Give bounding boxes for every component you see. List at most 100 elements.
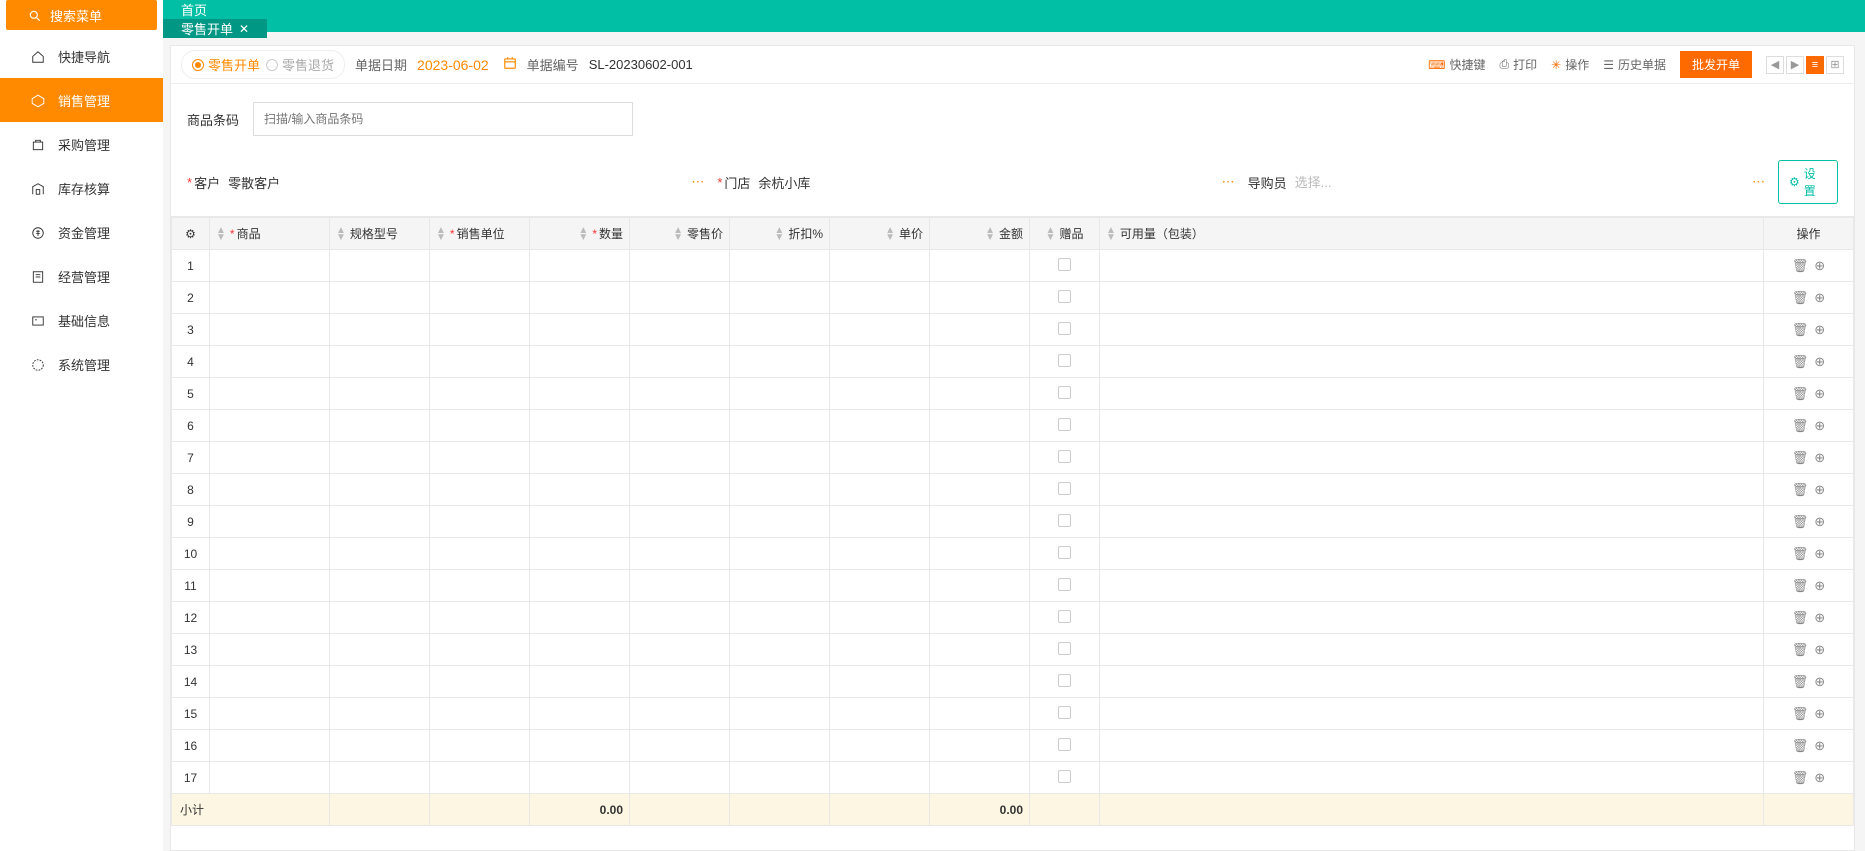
sidebar-item-sale[interactable]: 销售管理 [0,78,163,122]
cell-unit-price[interactable] [830,442,930,474]
table-row[interactable]: 10🗑⊕ [172,538,1854,570]
list-mode-button[interactable]: ≡ [1806,56,1824,74]
add-row-icon[interactable]: ⊕ [1814,610,1825,625]
checkbox-icon[interactable] [1058,354,1071,367]
shortcut-link[interactable]: ⌨ 快捷键 [1428,56,1485,73]
add-row-icon[interactable]: ⊕ [1814,354,1825,369]
cell-unit[interactable] [430,570,530,602]
cell-amount[interactable] [930,570,1030,602]
cell-gift[interactable] [1030,730,1100,762]
cell-unit[interactable] [430,538,530,570]
checkbox-icon[interactable] [1058,706,1071,719]
cell-qty[interactable] [530,442,630,474]
cell-gift[interactable] [1030,346,1100,378]
delete-icon[interactable]: 🗑 [1792,418,1809,433]
delete-icon[interactable]: 🗑 [1792,546,1809,561]
cell-retail-price[interactable] [630,410,730,442]
guide-picker-icon[interactable]: ⋯ [1752,174,1766,190]
delete-icon[interactable]: 🗑 [1792,290,1809,305]
cell-product[interactable] [210,730,330,762]
cell-unit[interactable] [430,730,530,762]
cell-spec[interactable] [330,666,430,698]
cell-discount[interactable] [730,506,830,538]
cell-discount[interactable] [730,538,830,570]
delete-icon[interactable]: 🗑 [1792,642,1809,657]
cell-qty[interactable] [530,570,630,602]
table-row[interactable]: 4🗑⊕ [172,346,1854,378]
cell-discount[interactable] [730,698,830,730]
table-row[interactable]: 17🗑⊕ [172,762,1854,794]
table-row[interactable]: 12🗑⊕ [172,602,1854,634]
cell-product[interactable] [210,506,330,538]
cell-retail-price[interactable] [630,538,730,570]
cell-retail-price[interactable] [630,378,730,410]
prev-button[interactable]: ◀ [1766,56,1784,74]
cell-unit-price[interactable] [830,666,930,698]
cell-qty[interactable] [530,730,630,762]
cell-gift[interactable] [1030,378,1100,410]
cell-discount[interactable] [730,762,830,794]
cell-discount[interactable] [730,346,830,378]
settings-button[interactable]: ⚙ 设置 [1778,160,1838,204]
cell-unit-price[interactable] [830,570,930,602]
cell-amount[interactable] [930,730,1030,762]
cell-amount[interactable] [930,666,1030,698]
cell-amount[interactable] [930,698,1030,730]
cell-retail-price[interactable] [630,506,730,538]
cell-unit-price[interactable] [830,698,930,730]
cell-product[interactable] [210,762,330,794]
cell-qty[interactable] [530,602,630,634]
delete-icon[interactable]: 🗑 [1792,322,1809,337]
cell-discount[interactable] [730,634,830,666]
cell-amount[interactable] [930,378,1030,410]
cell-discount[interactable] [730,602,830,634]
add-row-icon[interactable]: ⊕ [1814,386,1825,401]
date-value[interactable]: 2023-06-02 [417,57,489,73]
delete-icon[interactable]: 🗑 [1792,450,1809,465]
cell-spec[interactable] [330,538,430,570]
next-button[interactable]: ▶ [1786,56,1804,74]
cell-retail-price[interactable] [630,442,730,474]
cell-unit[interactable] [430,762,530,794]
delete-icon[interactable]: 🗑 [1792,354,1809,369]
cell-amount[interactable] [930,410,1030,442]
search-menu-button[interactable]: 搜索菜单 [6,0,157,30]
cell-unit[interactable] [430,506,530,538]
cell-unit-price[interactable] [830,602,930,634]
cell-amount[interactable] [930,602,1030,634]
th-product[interactable]: ▲▼*商品 [210,218,330,250]
store-field[interactable]: * 门店 余杭小库 ⋯ [717,173,1235,192]
cell-retail-price[interactable] [630,346,730,378]
action-link[interactable]: ✳ 操作 [1551,56,1589,73]
cell-unit[interactable] [430,314,530,346]
cell-unit[interactable] [430,698,530,730]
table-row[interactable]: 15🗑⊕ [172,698,1854,730]
cell-unit[interactable] [430,250,530,282]
checkbox-icon[interactable] [1058,770,1071,783]
cell-retail-price[interactable] [630,250,730,282]
add-row-icon[interactable]: ⊕ [1814,770,1825,785]
customer-field[interactable]: * 客户 零散客户 ⋯ [187,173,705,192]
cell-gift[interactable] [1030,538,1100,570]
cell-unit-price[interactable] [830,250,930,282]
table-row[interactable]: 8🗑⊕ [172,474,1854,506]
cell-retail-price[interactable] [630,314,730,346]
delete-icon[interactable]: 🗑 [1792,514,1809,529]
cell-unit-price[interactable] [830,410,930,442]
cell-unit[interactable] [430,410,530,442]
add-row-icon[interactable]: ⊕ [1814,290,1825,305]
delete-icon[interactable]: 🗑 [1792,482,1809,497]
th-qty[interactable]: ▲▼*数量 [530,218,630,250]
add-row-icon[interactable]: ⊕ [1814,482,1825,497]
cell-qty[interactable] [530,666,630,698]
cell-retail-price[interactable] [630,282,730,314]
cell-product[interactable] [210,410,330,442]
cell-amount[interactable] [930,282,1030,314]
checkbox-icon[interactable] [1058,450,1071,463]
cell-gift[interactable] [1030,506,1100,538]
customer-picker-icon[interactable]: ⋯ [691,174,705,190]
cell-amount[interactable] [930,442,1030,474]
cell-spec[interactable] [330,282,430,314]
cell-retail-price[interactable] [630,698,730,730]
cell-retail-price[interactable] [630,570,730,602]
